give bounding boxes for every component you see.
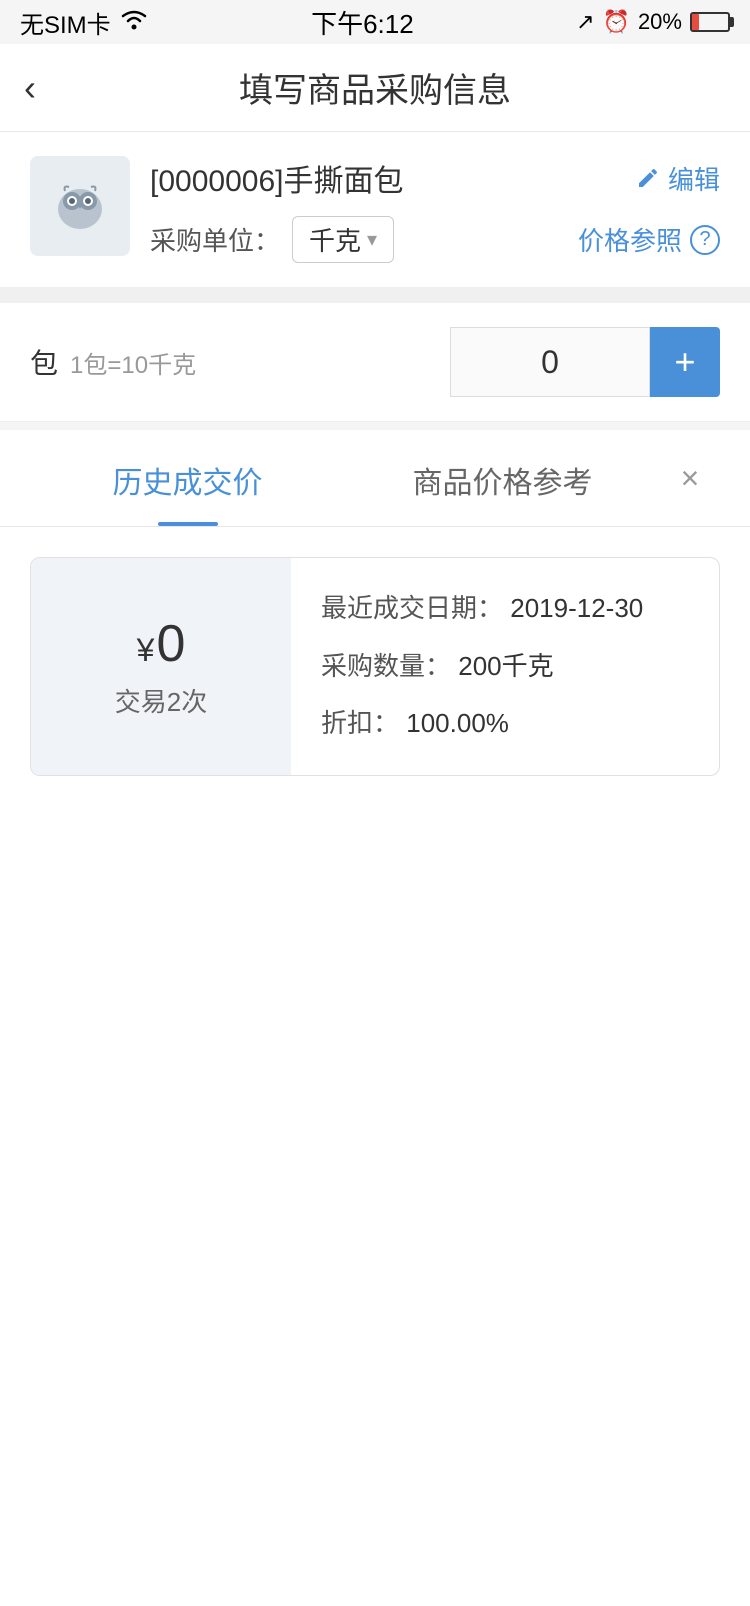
- wifi-icon: [119, 8, 149, 37]
- unit-select[interactable]: 千克 ▾: [292, 216, 394, 263]
- battery-percent: 20%: [638, 9, 682, 35]
- location-icon: ↗: [576, 9, 594, 35]
- recent-date-label: 最近成交日期：: [321, 593, 503, 623]
- edit-button[interactable]: 编辑: [636, 160, 720, 197]
- product-card: [0000006]手撕面包 编辑 采购单位： 千克 ▾ 价格: [0, 132, 750, 287]
- quantity-plus-button[interactable]: +: [650, 327, 720, 397]
- discount-label: 折扣：: [321, 708, 399, 738]
- product-row: [0000006]手撕面包 编辑 采购单位： 千克 ▾ 价格: [30, 156, 720, 263]
- price-ref-button[interactable]: 价格参照 ?: [578, 221, 720, 258]
- transaction-left: ¥ 0 交易2次: [31, 558, 291, 775]
- product-image: [30, 156, 130, 256]
- unit-label: 包 1包=10千克: [30, 342, 196, 382]
- tabs-section: 历史成交价 商品价格参考 × ¥ 0 交易2次 最近成交日期： 2019-12-…: [0, 430, 750, 806]
- transaction-card: ¥ 0 交易2次 最近成交日期： 2019-12-30 采购数量： 200千克 …: [30, 557, 720, 776]
- status-left: 无SIM卡: [20, 5, 149, 40]
- purchase-qty-row: 采购数量： 200千克: [321, 646, 689, 688]
- main-content: [0, 806, 750, 1606]
- unit-value: 千克: [309, 221, 361, 258]
- price-ref-help-icon: ?: [690, 225, 720, 255]
- battery-fill: [692, 14, 699, 30]
- tab-history-label: 历史成交价: [113, 467, 263, 500]
- tab-close-button[interactable]: ×: [660, 448, 720, 508]
- purchase-qty-label: 采购数量：: [321, 651, 451, 681]
- recent-date-value: 2019-12-30: [510, 593, 643, 623]
- currency-symbol: ¥: [137, 632, 155, 669]
- battery-icon: [690, 12, 730, 32]
- purchase-unit-label: 采购单位：: [150, 221, 280, 258]
- edit-label: 编辑: [668, 160, 720, 197]
- carrier-text: 无SIM卡: [20, 5, 111, 40]
- purchase-qty-value: 200千克: [458, 651, 553, 681]
- discount-row: 折扣： 100.00%: [321, 703, 689, 745]
- status-time: 下午6:12: [311, 4, 414, 41]
- tab-history-price[interactable]: 历史成交价: [30, 430, 345, 526]
- product-header: [0000006]手撕面包 编辑: [150, 156, 720, 200]
- price-value: 0: [156, 614, 185, 674]
- transaction-right: 最近成交日期： 2019-12-30 采购数量： 200千克 折扣： 100.0…: [291, 558, 719, 775]
- transaction-count: 交易2次: [115, 682, 207, 719]
- quantity-control: 0 +: [450, 327, 720, 397]
- tab-price-reference[interactable]: 商品价格参考: [345, 430, 660, 526]
- quantity-row: 包 1包=10千克 0 +: [0, 303, 750, 422]
- status-right: ↗ ⏰ 20%: [576, 9, 730, 35]
- transaction-price: ¥ 0: [137, 614, 186, 674]
- purchase-unit: 采购单位： 千克 ▾: [150, 216, 394, 263]
- back-button[interactable]: ‹: [24, 67, 36, 109]
- status-bar: 无SIM卡 下午6:12 ↗ ⏰ 20%: [0, 0, 750, 44]
- alarm-icon: ⏰: [603, 9, 630, 35]
- page-title: 填写商品采购信息: [239, 63, 511, 112]
- quantity-value: 0: [541, 344, 559, 381]
- price-ref-label: 价格参照: [578, 221, 682, 258]
- quantity-input[interactable]: 0: [450, 327, 650, 397]
- transaction-area: ¥ 0 交易2次 最近成交日期： 2019-12-30 采购数量： 200千克 …: [0, 527, 750, 806]
- product-info: [0000006]手撕面包 编辑 采购单位： 千克 ▾ 价格: [150, 156, 720, 263]
- section-divider: [0, 287, 750, 303]
- unit-conversion: 1包=10千克: [70, 345, 196, 380]
- tab-price-ref-label: 商品价格参考: [413, 467, 593, 500]
- recent-date-row: 最近成交日期： 2019-12-30: [321, 588, 689, 630]
- discount-value: 100.00%: [406, 708, 509, 738]
- product-name: [0000006]手撕面包: [150, 156, 403, 200]
- purchase-row: 采购单位： 千克 ▾ 价格参照 ?: [150, 216, 720, 263]
- tabs-header: 历史成交价 商品价格参考 ×: [0, 430, 750, 527]
- unit-chevron-icon: ▾: [367, 227, 377, 252]
- unit-badge: 包: [30, 342, 58, 382]
- nav-bar: ‹ 填写商品采购信息: [0, 44, 750, 132]
